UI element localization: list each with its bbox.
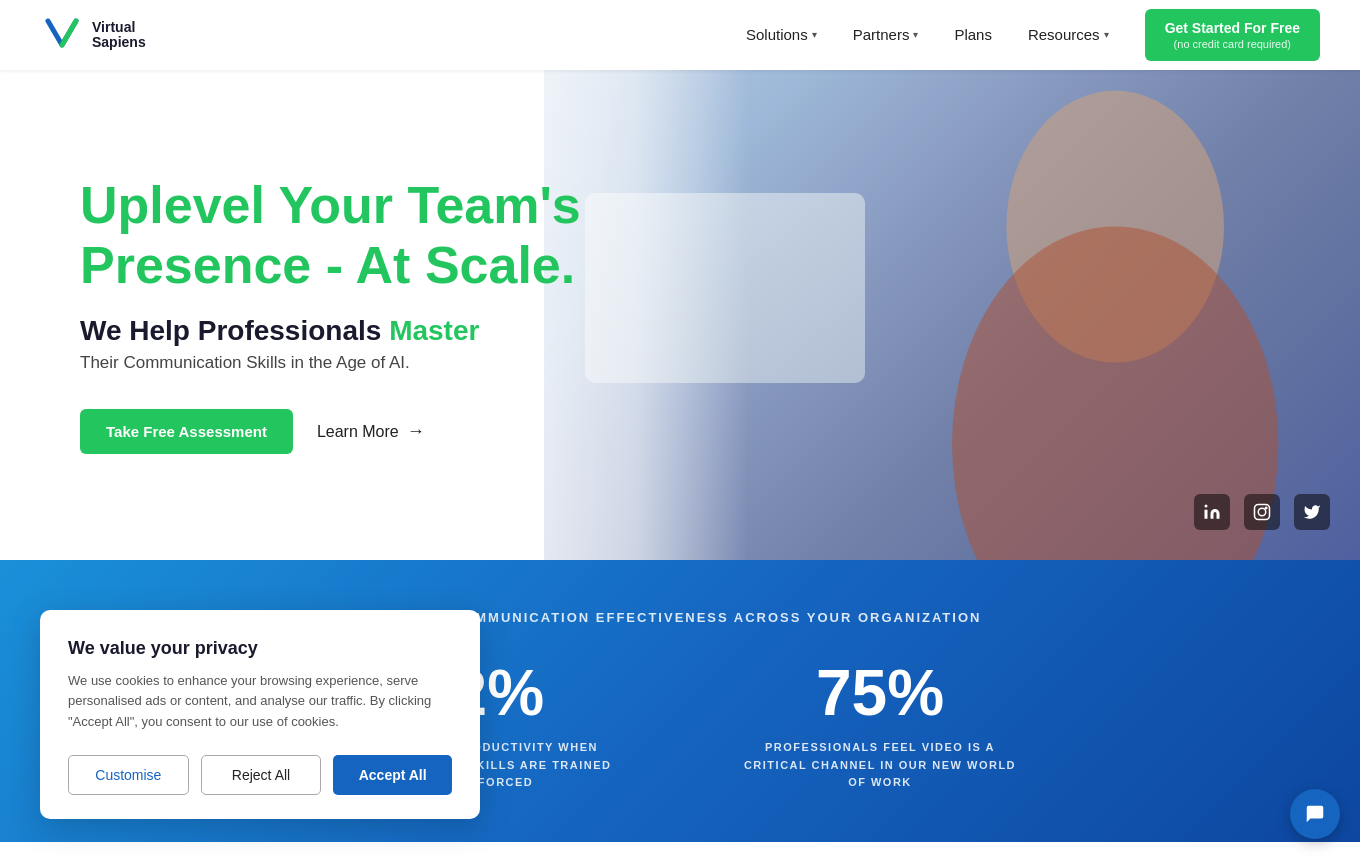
cookie-title: We value your privacy: [68, 638, 452, 659]
svg-rect-1: [1255, 505, 1270, 520]
cookie-reject-button[interactable]: Reject All: [201, 755, 322, 795]
hero-subline: We Help Professionals Master: [80, 315, 688, 347]
cookie-buttons: Customise Reject All Accept All: [68, 755, 452, 795]
hero-section: Uplevel Your Team's Presence - At Scale.…: [0, 70, 1360, 560]
twitter-icon[interactable]: [1294, 494, 1330, 530]
arrow-icon: →: [407, 421, 425, 442]
stat-item-2: 75% PROFESSIONALS FEEL VIDEO IS A CRITIC…: [740, 661, 1020, 792]
hero-heading: Uplevel Your Team's Presence - At Scale.: [80, 176, 688, 296]
social-icons: [1194, 494, 1330, 530]
main-nav: Solutions ▾ Partners ▾ Plans Resources ▾…: [746, 9, 1320, 61]
chevron-down-icon: ▾: [812, 29, 817, 40]
take-assessment-button[interactable]: Take Free Assessment: [80, 409, 293, 454]
linkedin-icon[interactable]: [1194, 494, 1230, 530]
hero-buttons: Take Free Assessment Learn More →: [80, 409, 688, 454]
nav-solutions[interactable]: Solutions ▾: [746, 26, 817, 43]
svg-point-3: [1265, 507, 1267, 509]
svg-point-0: [1205, 505, 1208, 508]
instagram-icon[interactable]: [1244, 494, 1280, 530]
cookie-text: We use cookies to enhance your browsing …: [68, 671, 452, 733]
cookie-banner: We value your privacy We use cookies to …: [40, 610, 480, 819]
chevron-down-icon: ▾: [913, 29, 918, 40]
nav-partners[interactable]: Partners ▾: [853, 26, 919, 43]
logo[interactable]: Virtual Sapiens: [40, 13, 146, 57]
hero-content: Uplevel Your Team's Presence - At Scale.…: [0, 70, 748, 560]
cookie-accept-button[interactable]: Accept All: [333, 755, 452, 795]
hero-highlight: Master: [389, 315, 479, 346]
learn-more-button[interactable]: Learn More →: [317, 421, 425, 442]
chat-button[interactable]: [1290, 789, 1340, 839]
logo-line1: Virtual: [92, 20, 146, 35]
chevron-down-icon: ▾: [1104, 29, 1109, 40]
logo-text: Virtual Sapiens: [92, 20, 146, 51]
get-started-button[interactable]: Get Started For Free (no credit card req…: [1145, 9, 1320, 61]
logo-line2: Sapiens: [92, 35, 146, 50]
stat-description-2: PROFESSIONALS FEEL VIDEO IS A CRITICAL C…: [740, 739, 1020, 792]
stat-number-2: 75%: [740, 661, 1020, 725]
logo-icon: [40, 13, 84, 57]
svg-point-2: [1258, 508, 1266, 516]
nav-plans[interactable]: Plans: [954, 26, 992, 43]
hero-tagline: Their Communication Skills in the Age of…: [80, 353, 688, 373]
header: Virtual Sapiens Solutions ▾ Partners ▾ P…: [0, 0, 1360, 70]
nav-resources[interactable]: Resources ▾: [1028, 26, 1109, 43]
cookie-customise-button[interactable]: Customise: [68, 755, 189, 795]
